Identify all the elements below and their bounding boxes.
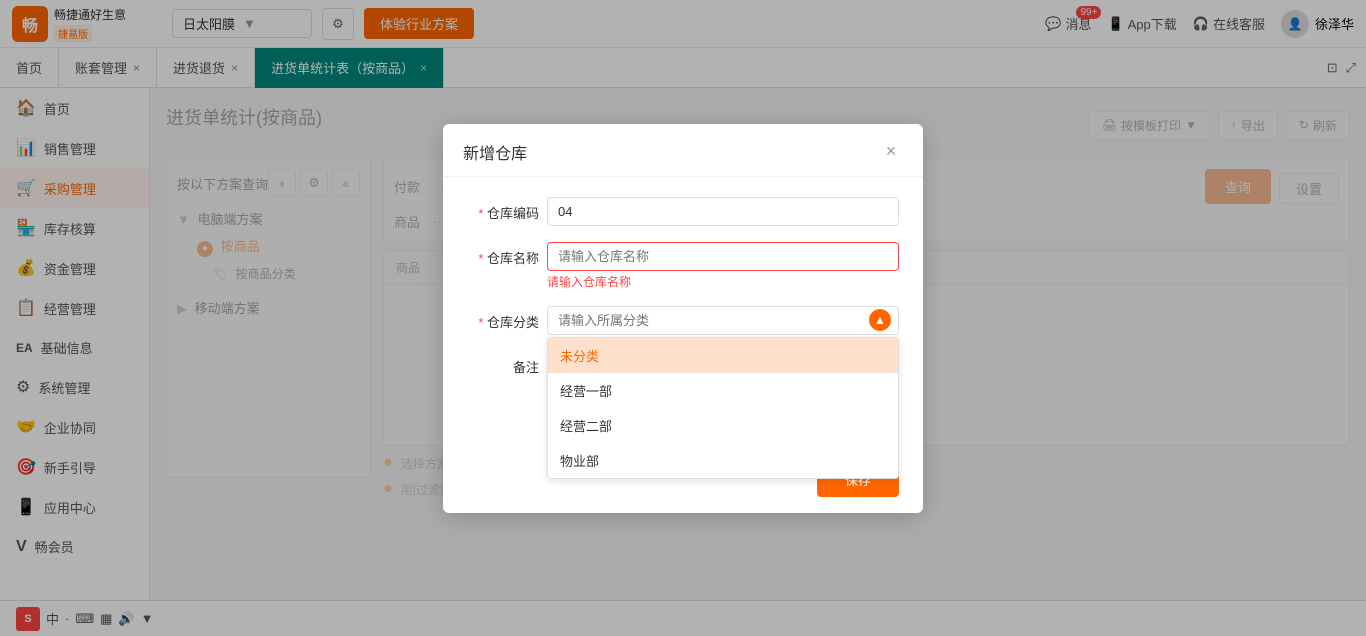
name-control: 请输入仓库名称	[547, 242, 899, 290]
dialog-title: 新增仓库	[463, 140, 527, 164]
modal-overlay[interactable]: 新增仓库 × 仓库编码 仓库名称 请输入仓库名称 仓库分类	[0, 0, 1366, 636]
form-row-category: 仓库分类 ▲ 未分类 经营一部 经营二部 物业部	[467, 306, 899, 335]
category-control: ▲ 未分类 经营一部 经营二部 物业部	[547, 306, 899, 335]
category-select-wrapper: ▲ 未分类 经营一部 经营二部 物业部	[547, 306, 899, 335]
dropdown-item-1[interactable]: 经营一部	[548, 373, 898, 408]
category-label: 仓库分类	[467, 306, 547, 331]
form-row-code: 仓库编码	[467, 197, 899, 226]
category-input[interactable]	[547, 306, 899, 335]
dropdown-item-0[interactable]: 未分类	[548, 338, 898, 373]
remark-label: 备注	[467, 351, 547, 376]
dropdown-item-2[interactable]: 经营二部	[548, 408, 898, 443]
dialog-header: 新增仓库 ×	[443, 124, 923, 177]
name-error-msg: 请输入仓库名称	[547, 273, 899, 290]
form-row-name: 仓库名称 请输入仓库名称	[467, 242, 899, 290]
dropdown-item-3[interactable]: 物业部	[548, 443, 898, 478]
add-warehouse-dialog: 新增仓库 × 仓库编码 仓库名称 请输入仓库名称 仓库分类	[443, 124, 923, 513]
name-input[interactable]	[547, 242, 899, 271]
category-dropdown: 未分类 经营一部 经营二部 物业部	[547, 337, 899, 479]
code-control	[547, 197, 899, 226]
code-label: 仓库编码	[467, 197, 547, 222]
code-input[interactable]	[547, 197, 899, 226]
dialog-close-button[interactable]: ×	[879, 140, 903, 164]
name-label: 仓库名称	[467, 242, 547, 267]
dialog-body: 仓库编码 仓库名称 请输入仓库名称 仓库分类 ▲	[443, 177, 923, 450]
